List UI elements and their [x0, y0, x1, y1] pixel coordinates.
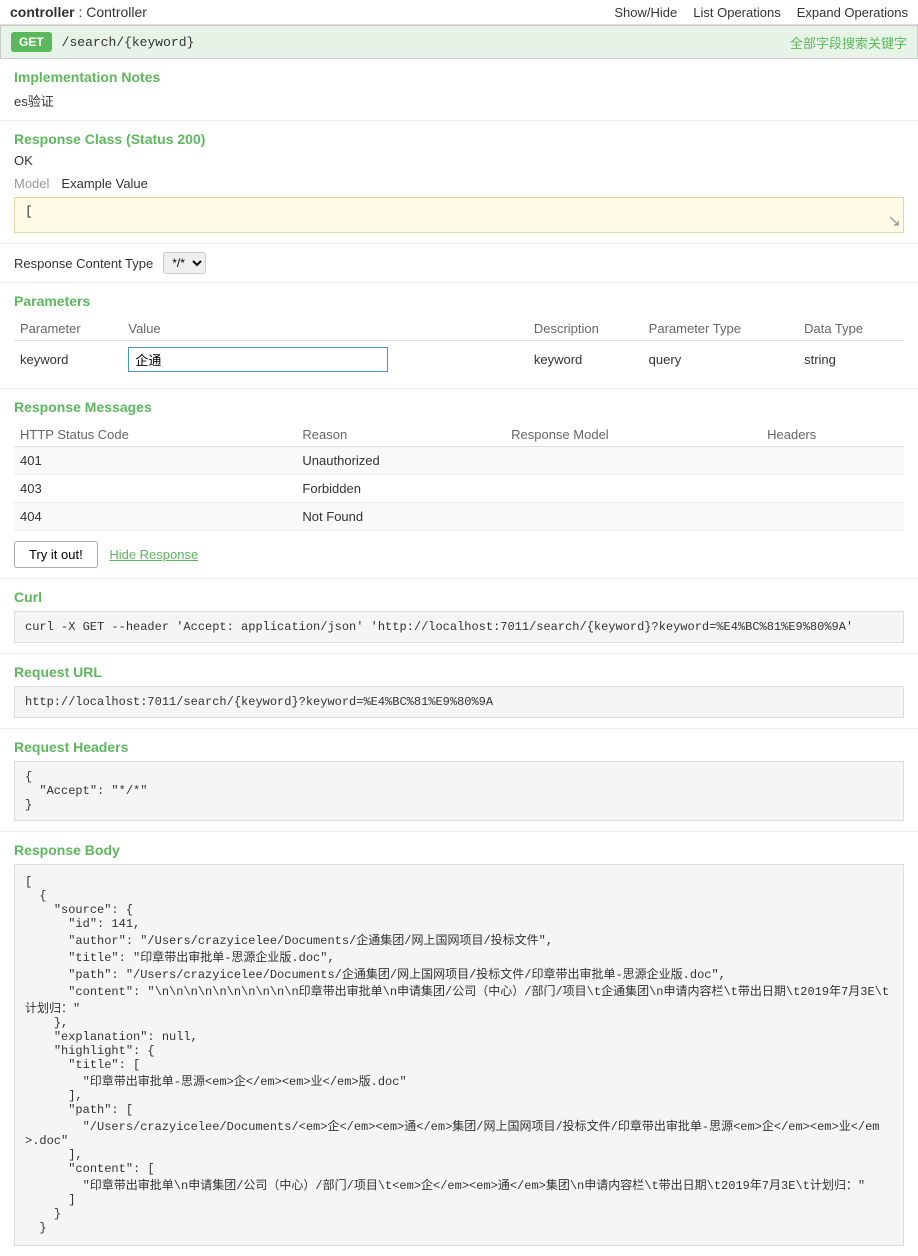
headers-403 [761, 475, 904, 503]
endpoint-row: GET /search/{keyword} 全部字段搜索关键字 [0, 25, 918, 59]
col-reason: Reason [296, 423, 505, 447]
header-separator: : [75, 4, 87, 20]
show-hide-button[interactable]: Show/Hide [614, 5, 677, 20]
param-data-type: string [798, 341, 904, 379]
list-operations-button[interactable]: List Operations [693, 5, 780, 20]
param-description: keyword [528, 341, 643, 379]
request-url-title: Request URL [14, 664, 904, 680]
method-badge: GET [11, 32, 52, 52]
reason-403: Forbidden [296, 475, 505, 503]
endpoint-path: /search/{keyword} [62, 35, 195, 50]
param-name: keyword [14, 341, 122, 379]
resp-row-404: 404 Not Found [14, 503, 904, 531]
status-code-401: 401 [14, 447, 296, 475]
example-value-box: [ ↘ [14, 197, 904, 233]
request-headers-content: { "Accept": "*/*" } [14, 761, 904, 821]
parameter-row: keyword keyword query string [14, 341, 904, 379]
model-403 [505, 475, 761, 503]
model-404 [505, 503, 761, 531]
action-row: Try it out! Hide Response [14, 541, 904, 568]
param-type: query [643, 341, 798, 379]
content-type-select[interactable]: */* [163, 252, 206, 274]
request-url-section: Request URL http://localhost:7011/search… [0, 654, 918, 729]
implementation-notes-section: Implementation Notes es验证 [0, 59, 918, 121]
col-value: Value [122, 317, 527, 341]
response-class-section: Response Class (Status 200) OK Model Exa… [0, 121, 918, 244]
headers-401 [761, 447, 904, 475]
request-url-content: http://localhost:7011/search/{keyword}?k… [14, 686, 904, 718]
implementation-notes-text: es验证 [14, 91, 904, 110]
param-value-cell [122, 341, 527, 379]
request-headers-title: Request Headers [14, 739, 904, 755]
curl-title: Curl [14, 589, 904, 605]
col-parameter: Parameter [14, 317, 122, 341]
reason-401: Unauthorized [296, 447, 505, 475]
model-401 [505, 447, 761, 475]
response-class-status: OK [14, 153, 904, 168]
col-data-type: Data Type [798, 317, 904, 341]
col-status-code: HTTP Status Code [14, 423, 296, 447]
response-messages-table: HTTP Status Code Reason Response Model H… [14, 423, 904, 531]
response-body-content: [ { "source": { "id": 141, "author": "/U… [14, 864, 904, 1246]
status-code-404: 404 [14, 503, 296, 531]
expand-operations-button[interactable]: Expand Operations [797, 5, 908, 20]
parameters-title: Parameters [14, 293, 904, 309]
endpoint-description: 全部字段搜索关键字 [790, 33, 907, 52]
col-headers: Headers [761, 423, 904, 447]
curl-section: Curl curl -X GET --header 'Accept: appli… [0, 579, 918, 654]
controller-bold: controller [10, 4, 75, 20]
param-value-input[interactable] [128, 347, 388, 372]
response-class-title: Response Class (Status 200) [14, 131, 904, 147]
response-content-type-row: Response Content Type */* [0, 244, 918, 283]
response-messages-title: Response Messages [14, 399, 904, 415]
status-code-403: 403 [14, 475, 296, 503]
col-parameter-type: Parameter Type [643, 317, 798, 341]
header-text: Controller [86, 4, 147, 20]
resp-row-403: 403 Forbidden [14, 475, 904, 503]
resp-header-row: HTTP Status Code Reason Response Model H… [14, 423, 904, 447]
response-body-title: Response Body [14, 842, 904, 858]
model-tabs: Model Example Value [14, 176, 904, 191]
example-value-tab[interactable]: Example Value [61, 176, 147, 191]
reason-404: Not Found [296, 503, 505, 531]
col-response-model: Response Model [505, 423, 761, 447]
response-messages-section: Response Messages HTTP Status Code Reaso… [0, 389, 918, 579]
top-header: controller : Controller Show/Hide List O… [0, 0, 918, 25]
parameters-table: Parameter Value Description Parameter Ty… [14, 317, 904, 378]
parameters-section: Parameters Parameter Value Description P… [0, 283, 918, 389]
headers-404 [761, 503, 904, 531]
col-description: Description [528, 317, 643, 341]
content-type-label: Response Content Type [14, 256, 153, 271]
resize-handle[interactable]: ↘ [888, 214, 901, 230]
example-content: [ [25, 204, 33, 219]
parameters-header-row: Parameter Value Description Parameter Ty… [14, 317, 904, 341]
hide-response-link[interactable]: Hide Response [109, 547, 198, 562]
response-body-section: Response Body [ { "source": { "id": 141,… [0, 832, 918, 1256]
implementation-notes-title: Implementation Notes [14, 69, 904, 85]
resp-row-401: 401 Unauthorized [14, 447, 904, 475]
header-actions: Show/Hide List Operations Expand Operati… [614, 5, 908, 20]
header-title: controller : Controller [10, 4, 147, 20]
request-headers-section: Request Headers { "Accept": "*/*" } [0, 729, 918, 832]
curl-content: curl -X GET --header 'Accept: applicatio… [14, 611, 904, 643]
try-it-out-button[interactable]: Try it out! [14, 541, 98, 568]
model-tab[interactable]: Model [14, 176, 49, 191]
